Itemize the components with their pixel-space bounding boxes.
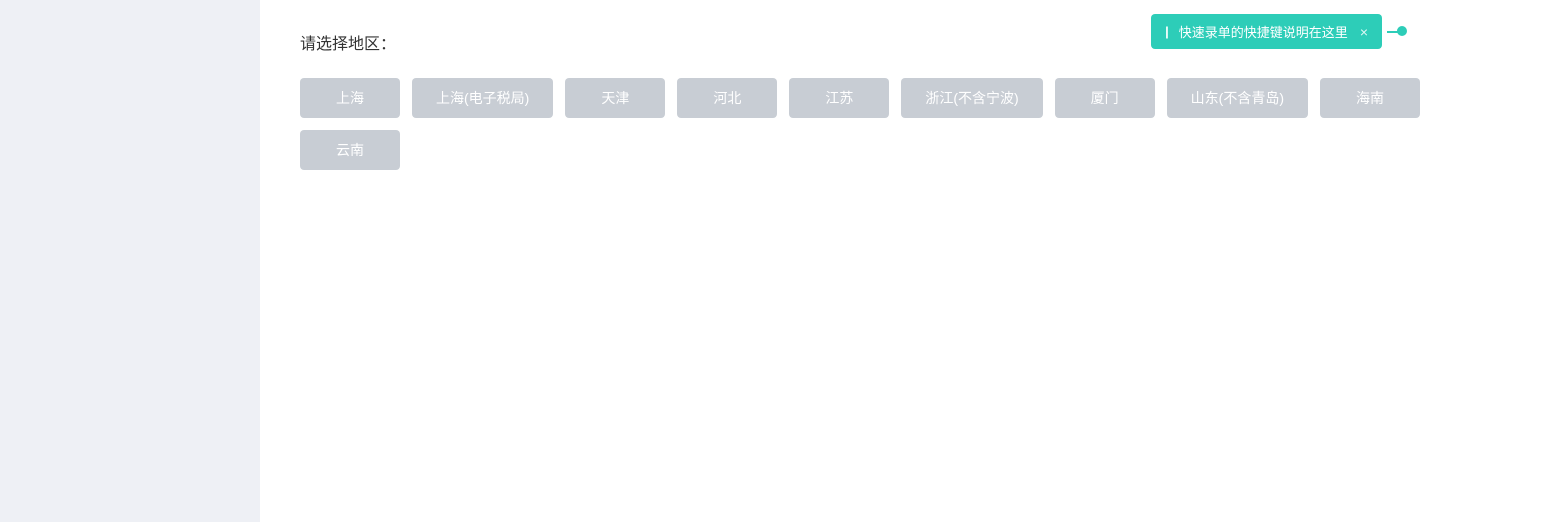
region-button-hainan[interactable]: 海南 (1320, 78, 1420, 118)
region-button-shandong[interactable]: 山东(不含青岛) (1167, 78, 1308, 118)
region-button-zhejiang[interactable]: 浙江(不含宁波) (901, 78, 1042, 118)
region-button-yunnan[interactable]: 云南 (300, 130, 400, 170)
tooltip-banner: 快速录单的快捷键说明在这里 × (1151, 14, 1382, 49)
main-content: 请选择地区： 上海上海(电子税局)天津河北江苏浙江(不含宁波)厦门山东(不含青岛… (260, 0, 1562, 522)
region-button-hebei[interactable]: 河北 (677, 78, 777, 118)
sidebar (0, 0, 260, 522)
region-button-jiangsu[interactable]: 江苏 (789, 78, 889, 118)
tooltip-close-button[interactable]: × (1360, 24, 1368, 40)
region-button-shanghai-etax[interactable]: 上海(电子税局) (412, 78, 553, 118)
region-button-xiamen[interactable]: 厦门 (1055, 78, 1155, 118)
tooltip-connector-dot (1397, 26, 1407, 36)
region-button-shanghai[interactable]: 上海 (300, 78, 400, 118)
region-grid: 上海上海(电子税局) 天津河北江苏浙江(不含宁波) 厦门山东(不含青岛) 海南云南 (300, 78, 1522, 170)
tooltip-text: 快速录单的快捷键说明在这里 (1179, 22, 1348, 41)
region-button-tianjin[interactable]: 天津 (565, 78, 665, 118)
